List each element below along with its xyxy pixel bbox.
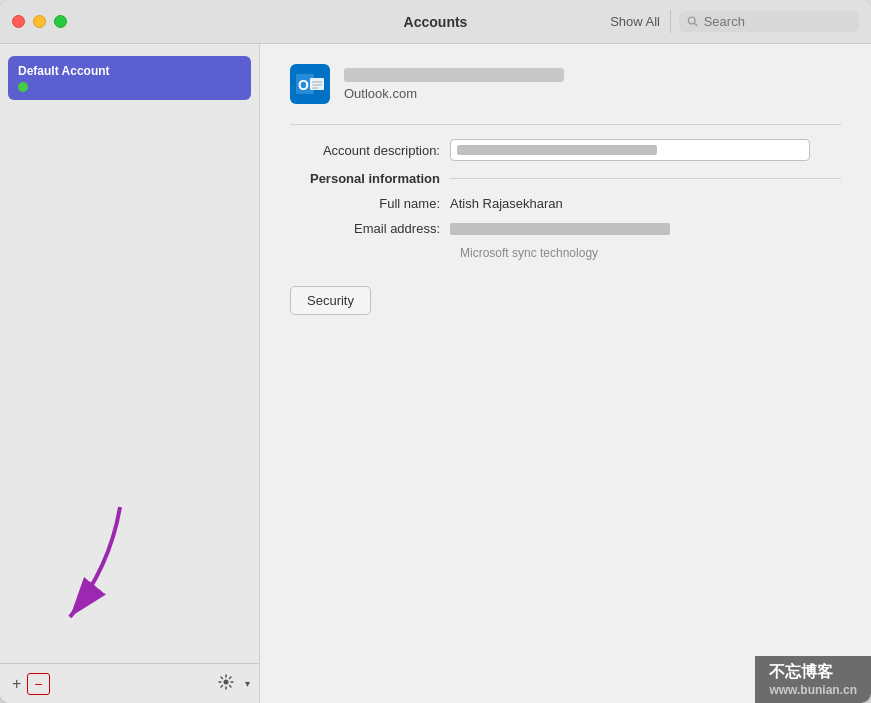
full-name-label: Full name: [290, 196, 450, 211]
traffic-lights [12, 15, 67, 28]
window-title: Accounts [404, 14, 468, 30]
sidebar-list: Default Account [0, 44, 259, 663]
account-description-label: Account description: [290, 143, 450, 158]
account-header-info: Outlook.com [344, 68, 564, 101]
svg-line-1 [694, 23, 697, 26]
detail-panel: O Outlook.com Account description: [260, 44, 871, 703]
sync-technology-text: Microsoft sync technology [460, 246, 841, 260]
account-header: O Outlook.com [290, 64, 841, 104]
remove-account-button-wrapper: − [27, 673, 49, 695]
remove-account-button[interactable]: − [31, 677, 45, 691]
personal-info-label: Personal information [290, 171, 450, 186]
svg-point-3 [224, 680, 229, 685]
account-list-item[interactable]: Default Account [8, 56, 251, 100]
svg-point-0 [688, 17, 695, 24]
watermark-line1: 不忘博客 [769, 662, 857, 683]
gear-button[interactable] [212, 670, 240, 697]
minimize-button[interactable] [33, 15, 46, 28]
sidebar: Default Account + − [0, 44, 260, 703]
full-name-value: Atish Rajasekharan [450, 196, 563, 211]
accounts-window: Accounts Show All Default Account [0, 0, 871, 703]
search-bar [679, 11, 859, 32]
account-status-dot [18, 82, 28, 92]
show-all-button[interactable]: Show All [600, 10, 671, 33]
svg-text:O: O [298, 77, 309, 93]
watermark: 不忘博客 www.bunian.cn [755, 656, 871, 703]
title-bar: Accounts Show All [0, 0, 871, 44]
account-description-input[interactable] [450, 139, 810, 161]
blurred-description-value [457, 145, 657, 155]
email-label: Email address: [290, 221, 450, 236]
gear-icon [218, 674, 234, 690]
full-name-row: Full name: Atish Rajasekharan [290, 196, 841, 211]
title-bar-right: Show All [600, 10, 859, 33]
email-address-row: Email address: [290, 221, 841, 236]
add-account-button[interactable]: + [6, 672, 27, 696]
account-name-blurred [344, 68, 564, 82]
watermark-line2: www.bunian.cn [769, 683, 857, 697]
email-blurred-value [450, 223, 670, 235]
account-item-label: Default Account [18, 64, 241, 78]
divider [450, 178, 841, 179]
security-button[interactable]: Security [290, 286, 371, 315]
maximize-button[interactable] [54, 15, 67, 28]
account-description-row: Account description: [290, 139, 841, 161]
search-icon [687, 15, 699, 28]
sidebar-bottom-bar: + − ▾ [0, 663, 259, 703]
account-form: Account description: Personal informatio… [290, 139, 841, 260]
account-type: Outlook.com [344, 86, 564, 101]
dropdown-arrow-button[interactable]: ▾ [242, 677, 253, 691]
personal-info-row: Personal information [290, 171, 841, 186]
main-content: Default Account + − [0, 44, 871, 703]
gear-button-group: ▾ [212, 670, 253, 697]
close-button[interactable] [12, 15, 25, 28]
outlook-icon: O [290, 64, 330, 104]
search-input[interactable] [704, 14, 851, 29]
